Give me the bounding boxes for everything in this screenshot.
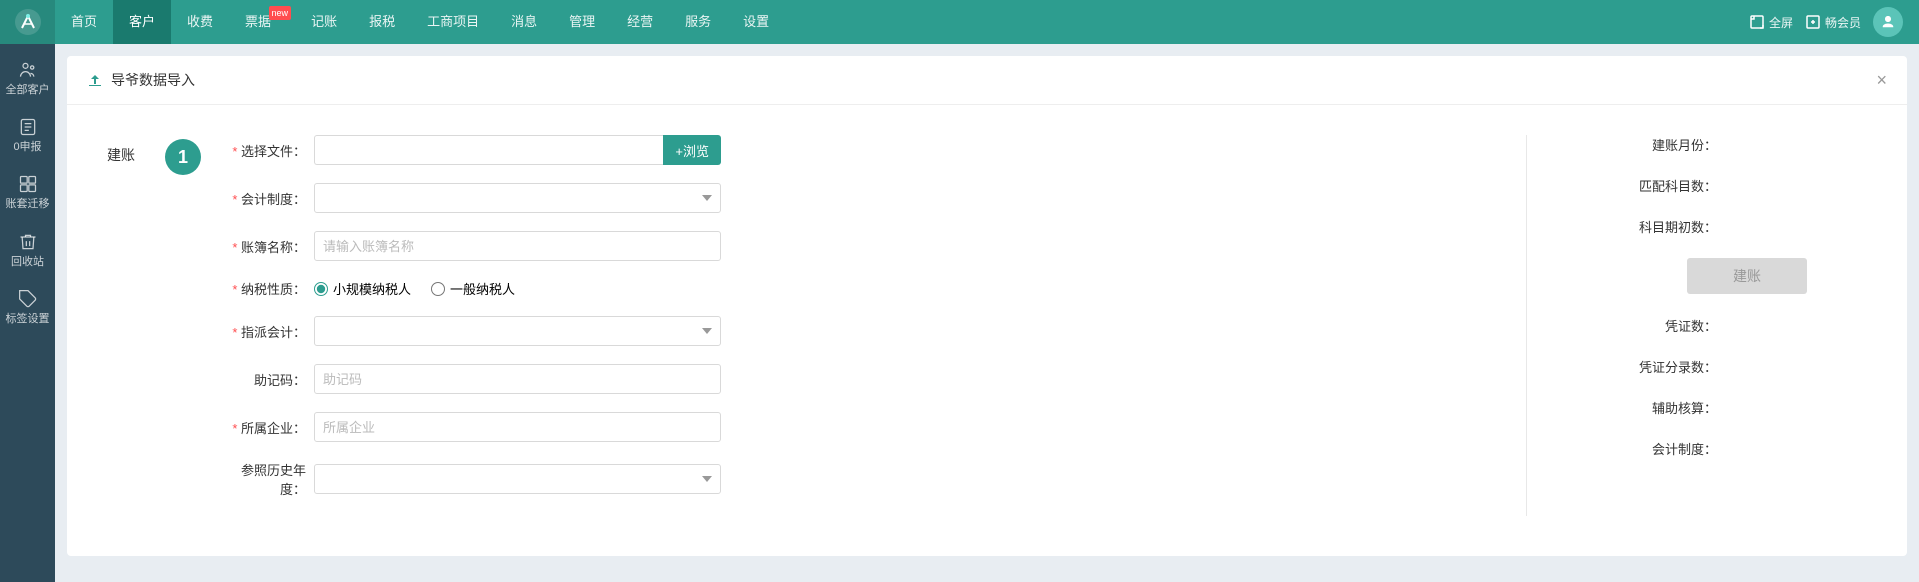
- form-row-file: 选择文件： +浏览: [221, 135, 721, 165]
- fullscreen-btn[interactable]: 全屏: [1749, 14, 1793, 31]
- nav-operations[interactable]: 经营: [611, 0, 669, 44]
- info-row-match: 匹配科目数：: [1627, 176, 1867, 195]
- step-title: 建账: [107, 135, 135, 165]
- ref-year-label: 参照历史年度：: [221, 460, 306, 498]
- sidebar-item-all-customers-label: 全部客户: [6, 84, 50, 97]
- tax-small-scale[interactable]: 小规模纳税人: [314, 279, 411, 298]
- step-badge: 1: [165, 139, 201, 175]
- accountant-label: 指派会计：: [221, 322, 306, 341]
- accounting-system-select[interactable]: [314, 183, 721, 213]
- sidebar-item-tags[interactable]: 标签设置: [0, 281, 55, 334]
- sidebar-item-tags-label: 标签设置: [6, 313, 50, 326]
- tax-type-label: 纳税性质：: [221, 279, 306, 298]
- sidebar-item-migrate[interactable]: 账套迁移: [0, 166, 55, 219]
- ledger-name-input[interactable]: [314, 231, 721, 261]
- import-icon: [87, 72, 103, 88]
- step-section: 建账 1 选择文件： +浏览 会计制度：: [107, 135, 1486, 516]
- info-month-label: 建账月份：: [1627, 135, 1717, 154]
- form-row-tax-type: 纳税性质： 小规模纳税人 一般纳税人: [221, 279, 721, 298]
- info-row-month: 建账月份：: [1627, 135, 1867, 154]
- close-button[interactable]: ×: [1876, 71, 1887, 89]
- nav-business[interactable]: 工商项目: [411, 0, 495, 44]
- card-title-text: 导爷数据导入: [111, 70, 195, 90]
- form-section: 选择文件： +浏览 会计制度：: [221, 135, 721, 516]
- info-subject-init-label: 科目期初数：: [1627, 217, 1717, 236]
- file-text-input[interactable]: [314, 135, 663, 165]
- card-header: 导爷数据导入 ×: [67, 56, 1907, 105]
- tax-general-label: 一般纳税人: [450, 279, 515, 298]
- ref-year-select[interactable]: [314, 464, 721, 494]
- form-row-company: 所属企业：: [221, 412, 721, 442]
- build-btn-container: 建账: [1627, 258, 1867, 294]
- info-accounting-label: 会计制度：: [1627, 439, 1717, 458]
- nav-settings[interactable]: 设置: [727, 0, 785, 44]
- sidebar-item-trash[interactable]: 回收站: [0, 224, 55, 277]
- info-row-auxiliary: 辅助核算：: [1627, 398, 1867, 417]
- user-avatar[interactable]: [1873, 7, 1903, 37]
- info-row-subject-init: 科目期初数：: [1627, 217, 1867, 236]
- memo-input[interactable]: [314, 364, 721, 394]
- company-input[interactable]: [314, 412, 721, 442]
- info-row-accounting: 会计制度：: [1627, 439, 1867, 458]
- tax-small-scale-radio[interactable]: [314, 282, 328, 296]
- nav-management[interactable]: 管理: [553, 0, 611, 44]
- file-label: 选择文件：: [221, 141, 306, 160]
- sidebar-item-all-customers[interactable]: 全部客户: [0, 52, 55, 105]
- nav-tax[interactable]: 报税: [353, 0, 411, 44]
- info-row-vouchers: 凭证数：: [1627, 316, 1867, 335]
- top-nav: 首页 客户 收费 票据 new 记账 报税 工商项目 消息 管理 经营 服务 设…: [0, 0, 1919, 44]
- sidebar-item-migrate-label: 账套迁移: [6, 198, 50, 211]
- nav-services[interactable]: 服务: [669, 0, 727, 44]
- import-card: 导爷数据导入 × 建账 1 选择文件： +: [67, 56, 1907, 556]
- form-row-ref-year: 参照历史年度：: [221, 460, 721, 498]
- nav-bookkeeping[interactable]: 记账: [295, 0, 353, 44]
- form-row-accounting-system: 会计制度：: [221, 183, 721, 213]
- tax-small-scale-label: 小规模纳税人: [333, 279, 411, 298]
- sidebar: 全部客户 0申报 账套迁移 回收站: [0, 44, 55, 582]
- form-row-memo: 助记码：: [221, 364, 721, 394]
- nav-right: 全屏 畅会员: [1749, 7, 1919, 37]
- tax-general-radio[interactable]: [431, 282, 445, 296]
- sidebar-item-declaration[interactable]: 0申报: [0, 109, 55, 162]
- card-title: 导爷数据导入: [87, 70, 195, 90]
- section-divider: [1526, 135, 1527, 516]
- build-button[interactable]: 建账: [1687, 258, 1807, 294]
- nav-home[interactable]: 首页: [55, 0, 113, 44]
- accounting-system-label: 会计制度：: [221, 189, 306, 208]
- tax-type-radio-group: 小规模纳税人 一般纳税人: [314, 279, 721, 298]
- member-btn[interactable]: 畅会员: [1805, 14, 1861, 31]
- tax-general[interactable]: 一般纳税人: [431, 279, 515, 298]
- company-label: 所属企业：: [221, 418, 306, 437]
- sidebar-item-declaration-label: 0申报: [13, 141, 41, 154]
- nav-items: 首页 客户 收费 票据 new 记账 报税 工商项目 消息 管理 经营 服务 设…: [55, 0, 1749, 44]
- nav-customers[interactable]: 客户: [113, 0, 171, 44]
- info-vouchers-label: 凭证数：: [1627, 316, 1717, 335]
- browse-button[interactable]: +浏览: [663, 135, 721, 165]
- form-row-ledger-name: 账簿名称：: [221, 231, 721, 261]
- card-body: 建账 1 选择文件： +浏览 会计制度：: [67, 105, 1907, 546]
- info-row-entries: 凭证分录数：: [1627, 357, 1867, 376]
- nav-invoices[interactable]: 票据 new: [229, 0, 295, 44]
- nav-messages[interactable]: 消息: [495, 0, 553, 44]
- main-content: 导爷数据导入 × 建账 1 选择文件： +: [55, 44, 1919, 582]
- sidebar-item-trash-label: 回收站: [11, 256, 44, 269]
- info-auxiliary-label: 辅助核算：: [1627, 398, 1717, 417]
- info-match-label: 匹配科目数：: [1627, 176, 1717, 195]
- info-section: 建账月份： 匹配科目数： 科目期初数： 建账: [1567, 135, 1867, 516]
- new-badge: new: [269, 6, 292, 20]
- app-logo[interactable]: [0, 0, 55, 44]
- info-entries-label: 凭证分录数：: [1627, 357, 1717, 376]
- file-input-row: +浏览: [314, 135, 721, 165]
- nav-fees[interactable]: 收费: [171, 0, 229, 44]
- ledger-name-label: 账簿名称：: [221, 237, 306, 256]
- form-row-accountant: 指派会计：: [221, 316, 721, 346]
- memo-label: 助记码：: [221, 370, 306, 389]
- accountant-select[interactable]: [314, 316, 721, 346]
